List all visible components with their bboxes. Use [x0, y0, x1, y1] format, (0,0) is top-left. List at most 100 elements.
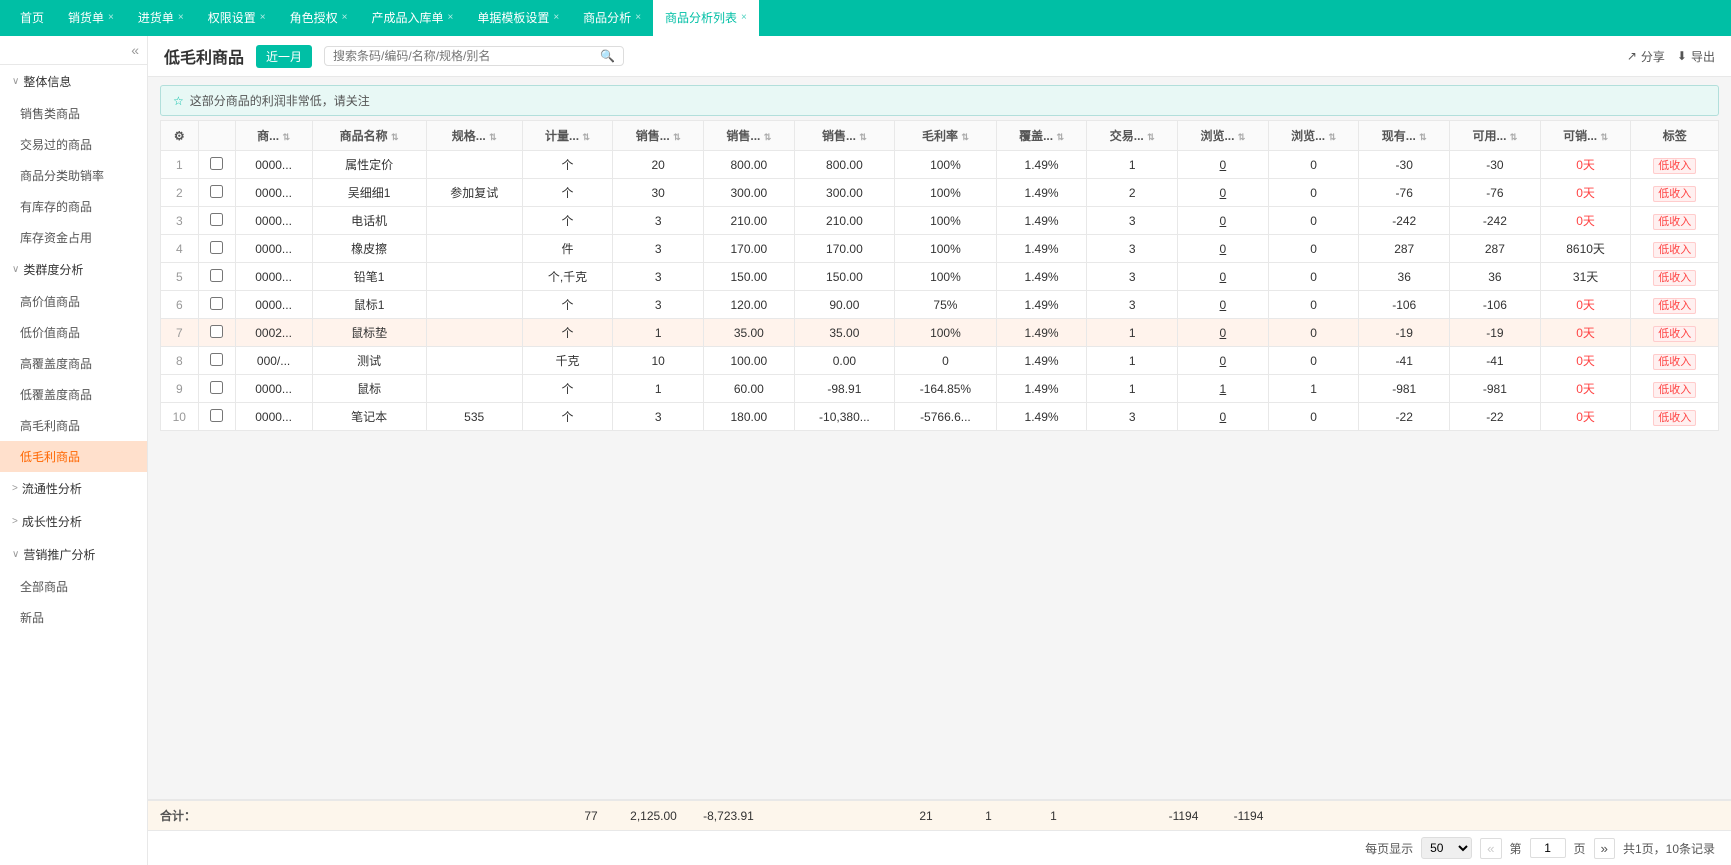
- sidebar-group-1[interactable]: ∨类群度分析: [0, 253, 147, 286]
- search-icon[interactable]: 🔍: [600, 49, 615, 63]
- cell-salesProfit: 0.00: [794, 347, 894, 375]
- nav-item-单据模板设置[interactable]: 单据模板设置 ×: [465, 0, 571, 36]
- col-header-code[interactable]: 商... ⇅: [235, 121, 312, 151]
- cell-views1[interactable]: 0: [1178, 403, 1269, 431]
- col-header-grossRate[interactable]: 毛利率 ⇅: [895, 121, 997, 151]
- export-button[interactable]: ⬇ 导出: [1677, 48, 1715, 65]
- col-header-availableStock[interactable]: 可用... ⇅: [1450, 121, 1541, 151]
- sidebar-item-高毛利商品[interactable]: 高毛利商品: [0, 410, 147, 441]
- cell-name: 鼠标1: [312, 291, 426, 319]
- nav-close-icon[interactable]: ×: [108, 0, 114, 36]
- col-header-salesAmt[interactable]: 销售... ⇅: [704, 121, 795, 151]
- nav-close-icon[interactable]: ×: [447, 0, 453, 36]
- sidebar-item-低毛利商品[interactable]: 低毛利商品: [0, 441, 147, 472]
- col-header-views1[interactable]: 浏览... ⇅: [1178, 121, 1269, 151]
- sidebar-item-高覆盖度商品[interactable]: 高覆盖度商品: [0, 348, 147, 379]
- sidebar-group-4[interactable]: ∨营销推广分析: [0, 538, 147, 571]
- cell-views1[interactable]: 0: [1178, 263, 1269, 291]
- nav-item-角色授权[interactable]: 角色授权 ×: [278, 0, 360, 36]
- row-checkbox[interactable]: [210, 381, 223, 394]
- period-button[interactable]: 近一月: [256, 45, 312, 68]
- cell-views1[interactable]: 0: [1178, 207, 1269, 235]
- search-input[interactable]: [333, 49, 600, 63]
- table-header-row: ⚙商... ⇅商品名称 ⇅规格... ⇅计量... ⇅销售... ⇅销售... …: [161, 121, 1719, 151]
- nav-close-icon[interactable]: ×: [553, 0, 559, 36]
- cell-coverage: 1.49%: [996, 235, 1087, 263]
- sort-icon: ⇅: [582, 132, 590, 142]
- table-footer: 合计： 772,125.00-8,723.912111-1194-1194: [148, 799, 1731, 830]
- col-header-views2[interactable]: 浏览... ⇅: [1268, 121, 1359, 151]
- cell-salesProfit: 150.00: [794, 263, 894, 291]
- cell-views1[interactable]: 0: [1178, 179, 1269, 207]
- cell-views1[interactable]: 0: [1178, 235, 1269, 263]
- sidebar-item-商品分类助销率[interactable]: 商品分类助销率: [0, 160, 147, 191]
- sidebar-item-有库存的商品[interactable]: 有库存的商品: [0, 191, 147, 222]
- nav-item-产成品入库单[interactable]: 产成品入库单 ×: [359, 0, 465, 36]
- col-header-unit[interactable]: 计量... ⇅: [522, 121, 613, 151]
- row-checkbox[interactable]: [210, 297, 223, 310]
- sidebar-group-0[interactable]: ∨整体信息: [0, 65, 147, 98]
- cell-code: 0000...: [235, 151, 312, 179]
- col-header-saleableStock[interactable]: 可销... ⇅: [1540, 121, 1631, 151]
- prev-page-button[interactable]: «: [1480, 838, 1501, 859]
- cell-salesQty: 20: [613, 151, 704, 179]
- col-header-currentStock[interactable]: 现有... ⇅: [1359, 121, 1450, 151]
- nav-close-icon[interactable]: ×: [342, 0, 348, 36]
- cell-txnCount: 1: [1087, 375, 1178, 403]
- share-button[interactable]: ↗ 分享: [1627, 48, 1665, 65]
- cell-views1[interactable]: 0: [1178, 151, 1269, 179]
- sidebar-item-销售类商品[interactable]: 销售类商品: [0, 98, 147, 129]
- nav-close-icon[interactable]: ×: [741, 0, 747, 36]
- cell-spec: [426, 207, 522, 235]
- nav-close-icon[interactable]: ×: [260, 0, 266, 36]
- sidebar-item-低价值商品[interactable]: 低价值商品: [0, 317, 147, 348]
- nav-item-销货单[interactable]: 销货单 ×: [56, 0, 126, 36]
- nav-item-商品分析[interactable]: 商品分析 ×: [571, 0, 653, 36]
- cell-saleableStock: 0天: [1540, 375, 1631, 403]
- nav-item-权限设置[interactable]: 权限设置 ×: [196, 0, 278, 36]
- nav-item-商品分析列表[interactable]: 商品分析列表 ×: [653, 0, 759, 36]
- sidebar-item-新品[interactable]: 新品: [0, 602, 147, 633]
- nav-item-进货单[interactable]: 进货单 ×: [126, 0, 196, 36]
- sidebar-group-2[interactable]: >流通性分析: [0, 472, 147, 505]
- sidebar: « ∨整体信息销售类商品交易过的商品商品分类助销率有库存的商品库存资金占用∨类群度…: [0, 36, 148, 865]
- row-checkbox[interactable]: [210, 157, 223, 170]
- cell-views1[interactable]: 0: [1178, 319, 1269, 347]
- next-page-button[interactable]: »: [1594, 838, 1615, 859]
- cell-salesAmt: 180.00: [704, 403, 795, 431]
- sidebar-group-3[interactable]: >成长性分析: [0, 505, 147, 538]
- row-checkbox[interactable]: [210, 409, 223, 422]
- sidebar-item-库存资金占用[interactable]: 库存资金占用: [0, 222, 147, 253]
- col-header-coverage[interactable]: 覆盖... ⇅: [996, 121, 1087, 151]
- sidebar-item-全部商品[interactable]: 全部商品: [0, 571, 147, 602]
- sidebar-item-交易过的商品[interactable]: 交易过的商品: [0, 129, 147, 160]
- cell-check: [198, 319, 235, 347]
- cell-salesQty: 1: [613, 319, 704, 347]
- row-checkbox[interactable]: [210, 213, 223, 226]
- cell-views1[interactable]: 0: [1178, 291, 1269, 319]
- col-header-salesProfit[interactable]: 销售... ⇅: [794, 121, 894, 151]
- per-page-select[interactable]: 50 100 200: [1421, 837, 1472, 859]
- row-checkbox[interactable]: [210, 353, 223, 366]
- row-checkbox[interactable]: [210, 325, 223, 338]
- nav-close-icon[interactable]: ×: [178, 0, 184, 36]
- sidebar-collapse-button[interactable]: «: [131, 42, 139, 58]
- cell-views1[interactable]: 0: [1178, 347, 1269, 375]
- pagination-bar: 每页显示 50 100 200 « 第 页 » 共1页，10条记录: [148, 830, 1731, 865]
- row-checkbox[interactable]: [210, 185, 223, 198]
- col-header-name[interactable]: 商品名称 ⇅: [312, 121, 426, 151]
- nav-close-icon[interactable]: ×: [635, 0, 641, 36]
- cell-salesProfit: 170.00: [794, 235, 894, 263]
- sidebar-item-低覆盖度商品[interactable]: 低覆盖度商品: [0, 379, 147, 410]
- sidebar-item-高价值商品[interactable]: 高价值商品: [0, 286, 147, 317]
- nav-item-首页[interactable]: 首页: [8, 0, 56, 36]
- col-header-txnCount[interactable]: 交易... ⇅: [1087, 121, 1178, 151]
- row-checkbox[interactable]: [210, 269, 223, 282]
- row-checkbox[interactable]: [210, 241, 223, 254]
- col-header-salesQty[interactable]: 销售... ⇅: [613, 121, 704, 151]
- page-input[interactable]: [1530, 838, 1566, 858]
- cell-views1[interactable]: 1: [1178, 375, 1269, 403]
- cell-views2: 0: [1268, 319, 1359, 347]
- cell-availableStock: -981: [1450, 375, 1541, 403]
- col-header-spec[interactable]: 规格... ⇅: [426, 121, 522, 151]
